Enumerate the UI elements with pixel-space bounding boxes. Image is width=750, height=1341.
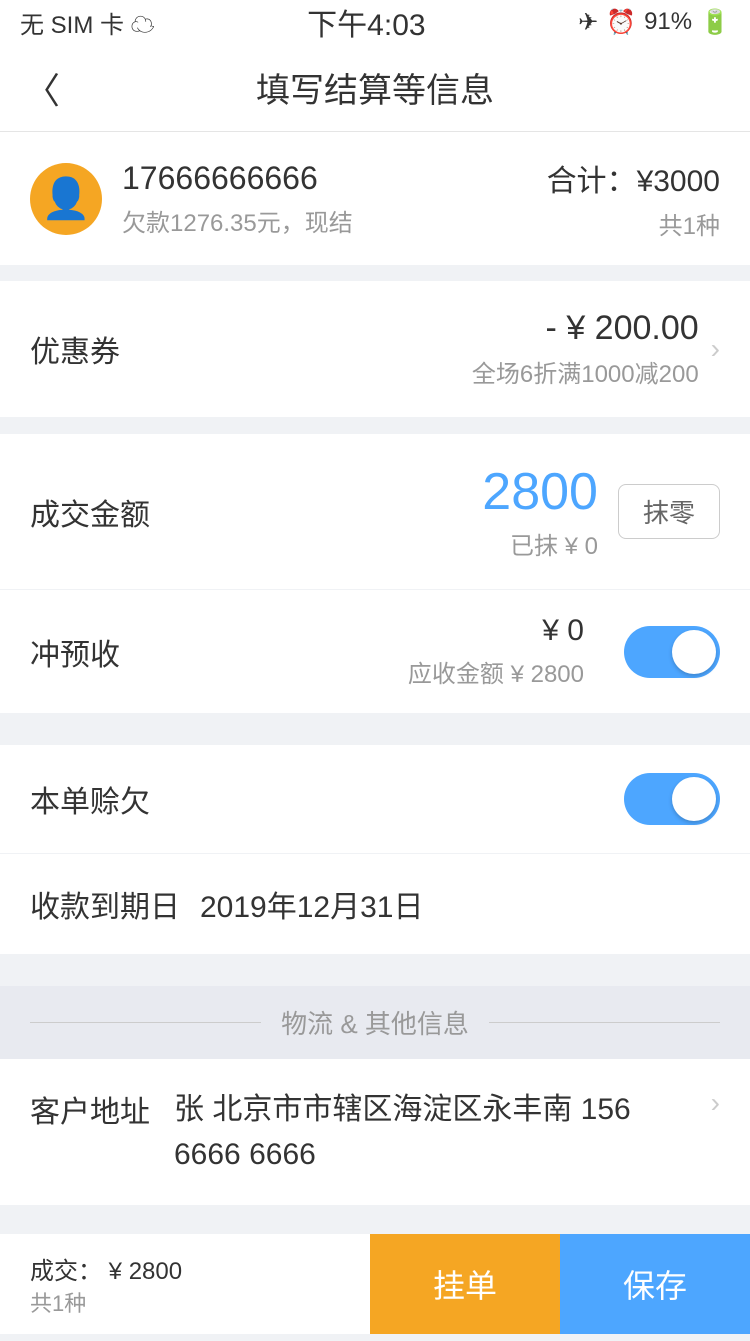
user-right: 合计：¥3000 共1种 — [547, 156, 720, 241]
toggle-circle — [672, 630, 716, 674]
user-total: 合计：¥3000 — [547, 156, 720, 200]
chong-yushou-info: ¥ 0 应收金额 ¥ 2800 — [408, 614, 584, 689]
location-icon: ✈ — [578, 8, 598, 37]
amount-value: 2800 — [482, 462, 598, 522]
battery-icon: 🔋 — [700, 8, 730, 37]
user-info: 17666666666 欠款1276.35元，现结 — [122, 160, 353, 238]
bottom-summary: 成交： ¥ 2800 共1种 — [0, 1234, 370, 1334]
amount-sub: 已抹 ¥ 0 — [482, 526, 598, 561]
amount-section: 成交金额 2800 已抹 ¥ 0 抹零 冲预收 ¥ 0 应收金额 ¥ 2800 — [0, 434, 750, 713]
separator-2 — [0, 970, 750, 986]
address-label: 客户地址 — [30, 1087, 150, 1131]
avatar: 👤 — [30, 163, 102, 235]
page-title: 填写结算等信息 — [256, 63, 494, 112]
round-button[interactable]: 抹零 — [618, 484, 720, 539]
summary-amount: ¥ 2800 — [109, 1258, 182, 1285]
hold-button[interactable]: 挂单 — [370, 1234, 560, 1334]
coupon-label: 优惠券 — [30, 327, 120, 371]
address-row[interactable]: 客户地址 张 北京市市辖区海淀区永丰南 156 6666 6666 › — [0, 1059, 750, 1205]
benshaner-toggle-circle — [672, 777, 716, 821]
duedate-row: 收款到期日 2019年12月31日 — [0, 853, 750, 954]
duedate-label: 收款到期日 — [30, 882, 180, 926]
user-phone: 17666666666 — [122, 160, 353, 197]
user-sub: 欠款1276.35元，现结 — [122, 203, 353, 238]
benshaner-toggle[interactable] — [624, 773, 720, 825]
status-time: 下午4:03 — [307, 0, 425, 44]
amount-label: 成交金额 — [30, 490, 150, 534]
divider-line-right — [489, 1022, 720, 1023]
coupon-sub: 全场6折满1000减200 — [472, 354, 699, 389]
bottom-summary-top: 成交： ¥ 2800 — [30, 1251, 340, 1286]
user-count: 共1种 — [547, 206, 720, 241]
chong-yushou-row: 冲预收 ¥ 0 应收金额 ¥ 2800 — [0, 589, 750, 713]
benshaner-label: 本单赊欠 — [30, 777, 150, 821]
amount-right: 2800 已抹 ¥ 0 抹零 — [482, 462, 720, 561]
coupon-value: - ¥ 200.00 — [546, 309, 699, 348]
alarm-icon: ⏰ — [606, 8, 636, 37]
duedate-value: 2019年12月31日 — [200, 882, 423, 926]
address-value: 张 北京市市辖区海淀区永丰南 156 6666 6666 — [174, 1087, 699, 1177]
divider-section: 物流 & 其他信息 — [0, 986, 750, 1059]
separator-1 — [0, 729, 750, 745]
avatar-icon: 👤 — [41, 175, 91, 222]
chong-sub: 应收金额 ¥ 2800 — [408, 654, 584, 689]
status-right: ✈ ⏰ 91% 🔋 — [578, 8, 730, 37]
chong-yushou-toggle[interactable] — [624, 626, 720, 678]
divider-line-left — [30, 1022, 261, 1023]
summary-label: 成交： — [30, 1258, 102, 1285]
coupon-right: - ¥ 200.00 全场6折满1000减200 — [472, 309, 699, 389]
user-card: 👤 17666666666 欠款1276.35元，现结 合计：¥3000 共1种 — [0, 132, 750, 265]
bottom-summary-count: 共1种 — [30, 1286, 340, 1318]
nav-bar: 〈 填写结算等信息 — [0, 44, 750, 132]
save-button[interactable]: 保存 — [560, 1234, 750, 1334]
benshaner-row: 本单赊欠 — [0, 745, 750, 853]
coupon-chevron-icon: › — [711, 333, 720, 365]
address-chevron-icon: › — [711, 1087, 720, 1119]
sim-label: 无 SIM 卡 ☁ — [20, 5, 155, 40]
bottom-bar: 成交： ¥ 2800 共1种 挂单 保存 — [0, 1234, 750, 1334]
status-bar: 无 SIM 卡 ☁ 下午4:03 ✈ ⏰ 91% 🔋 — [0, 0, 750, 44]
benshaner-section: 本单赊欠 收款到期日 2019年12月31日 — [0, 745, 750, 954]
status-left: 无 SIM 卡 ☁ — [20, 5, 155, 40]
coupon-row[interactable]: 优惠券 - ¥ 200.00 全场6折满1000减200 › — [0, 281, 750, 418]
amount-row: 成交金额 2800 已抹 ¥ 0 抹零 — [0, 434, 750, 589]
chong-amount: ¥ 0 — [542, 614, 584, 648]
divider-text: 物流 & 其他信息 — [281, 1004, 469, 1041]
battery-label: 91% — [644, 8, 692, 36]
user-left: 👤 17666666666 欠款1276.35元，现结 — [30, 160, 353, 238]
back-button[interactable]: 〈 — [24, 62, 60, 114]
chong-yushou-label: 冲预收 — [30, 630, 120, 674]
